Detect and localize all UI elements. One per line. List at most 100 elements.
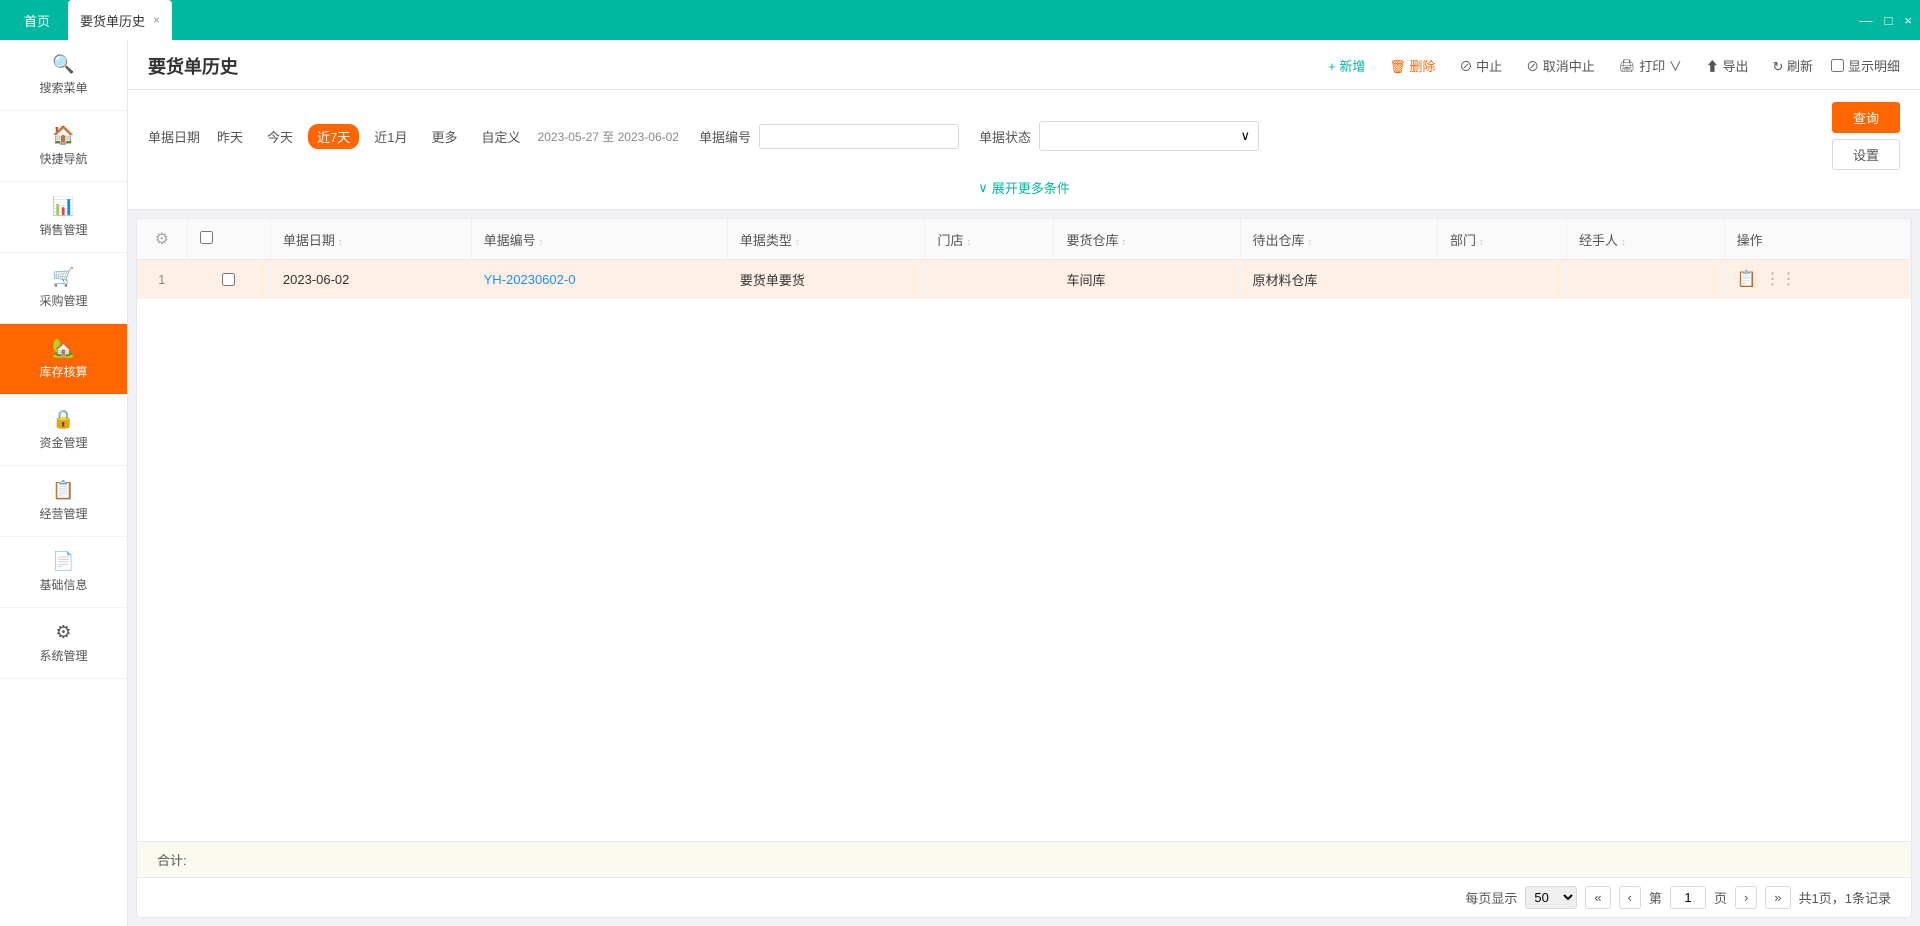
pagination-bar: 每页显示 20 50 100 200 « ‹ 第 页 › » 共1页，1条记录	[137, 877, 1911, 917]
sales-icon: 📊	[52, 196, 74, 217]
sidebar-item-search-menu[interactable]: 🔍 搜索菜单	[0, 40, 127, 111]
last-page-btn[interactable]: »	[1765, 886, 1790, 909]
first-page-btn[interactable]: «	[1585, 886, 1610, 909]
refresh-button[interactable]: ↻ 刷新	[1766, 52, 1819, 79]
search-menu-icon: 🔍	[52, 54, 74, 75]
date-btn-custom[interactable]: 自定义	[473, 124, 530, 149]
cell-checkbox	[187, 260, 270, 299]
date-filter-label: 单据日期	[148, 127, 200, 146]
sidebar: 🔍 搜索菜单 🏠 快捷导航 📊 销售管理 🛒 采购管理 🏡 库存核算 🔒 资金管…	[0, 40, 128, 926]
filter-actions: 查询 设置	[1832, 102, 1900, 170]
sidebar-item-sales[interactable]: 📊 销售管理	[0, 182, 127, 253]
sidebar-item-quick-nav[interactable]: 🏠 快捷导航	[0, 111, 127, 182]
query-button[interactable]: 查询	[1832, 102, 1900, 133]
col-order-type[interactable]: 单据类型	[727, 219, 925, 260]
top-bar-right: — □ ×	[1860, 13, 1912, 28]
basic-info-icon: 📄	[52, 551, 74, 572]
edit-icon[interactable]: 📋	[1737, 269, 1757, 289]
page-size-select[interactable]: 20 50 100 200	[1525, 886, 1577, 909]
operation-icons: 📋 ⋮⋮	[1737, 269, 1898, 289]
new-button[interactable]: + 新增	[1322, 52, 1371, 79]
summary-label: 合计:	[157, 853, 187, 868]
sidebar-item-basic-info[interactable]: 📄 基础信息	[0, 537, 127, 608]
export-button[interactable]: ⬆ 导出	[1700, 52, 1755, 79]
col-pending-warehouse[interactable]: 待出仓库	[1240, 219, 1438, 260]
col-department[interactable]: 部门	[1438, 219, 1567, 260]
expand-more-btn[interactable]: ∨ 展开更多条件	[978, 178, 1070, 197]
sidebar-label-search-menu: 搜索菜单	[39, 79, 87, 96]
col-order-no[interactable]: 单据编号	[471, 219, 727, 260]
prev-page-btn[interactable]: ‹	[1619, 886, 1641, 909]
sidebar-item-inventory[interactable]: 🏡 库存核算	[0, 324, 127, 395]
purchase-icon: 🛒	[52, 267, 74, 288]
total-info: 共1页，1条记录	[1799, 888, 1891, 907]
close-tab-btn[interactable]: ×	[153, 13, 160, 27]
tab-home[interactable]: 首页	[8, 0, 66, 40]
date-filter-item: 单据日期 昨天 今天 近7天 近1月 更多 自定义 2023-05-27 至 2…	[148, 124, 679, 149]
window-close-btn[interactable]: ×	[1904, 13, 1912, 28]
status-select[interactable]: ∨	[1039, 121, 1259, 151]
page-label: 页	[1714, 888, 1727, 907]
window-minimize-btn[interactable]: —	[1860, 13, 1873, 28]
next-page-btn[interactable]: ›	[1735, 886, 1757, 909]
settings-icon[interactable]: ⚙	[155, 231, 169, 248]
col-settings[interactable]: ⚙	[137, 219, 187, 260]
col-handler[interactable]: 经手人	[1567, 219, 1725, 260]
select-all-checkbox[interactable]	[200, 231, 213, 244]
table-scroll[interactable]: ⚙ 单据日期 单据编号 单据类型 门店 要货仓库 待出仓库 部门 经手人 操作	[137, 219, 1911, 841]
col-store[interactable]: 门店	[925, 219, 1054, 260]
sidebar-label-finance: 资金管理	[39, 434, 87, 451]
date-filters: 昨天 今天 近7天 近1月 更多 自定义	[208, 124, 530, 149]
delete-button[interactable]: 🗑 删除	[1383, 52, 1441, 79]
data-table: ⚙ 单据日期 单据编号 单据类型 门店 要货仓库 待出仓库 部门 经手人 操作	[137, 219, 1911, 299]
date-btn-more[interactable]: 更多	[423, 124, 467, 149]
col-req-warehouse[interactable]: 要货仓库	[1054, 219, 1240, 260]
sidebar-item-purchase[interactable]: 🛒 采购管理	[0, 253, 127, 324]
print-icon: 🖨	[1619, 58, 1636, 74]
sidebar-item-system[interactable]: ⚙ 系统管理	[0, 608, 127, 679]
col-date[interactable]: 单据日期	[270, 219, 471, 260]
sidebar-item-operations[interactable]: 📋 经营管理	[0, 466, 127, 537]
print-button[interactable]: 🖨 🖨 打印 打印 ∨	[1613, 52, 1688, 79]
sidebar-label-sales: 销售管理	[39, 221, 87, 238]
status-label: 单据状态	[979, 127, 1031, 146]
sidebar-item-finance[interactable]: 🔒 资金管理	[0, 395, 127, 466]
sidebar-label-quick-nav: 快捷导航	[39, 150, 87, 167]
tab-active[interactable]: 要货单历史 ×	[68, 0, 172, 40]
sidebar-label-system: 系统管理	[39, 647, 87, 664]
operations-icon: 📋	[52, 480, 74, 501]
sidebar-label-operations: 经营管理	[39, 505, 87, 522]
status-filter-item: 单据状态 ∨	[979, 121, 1259, 151]
window-maximize-btn[interactable]: □	[1885, 13, 1893, 28]
stop-button[interactable]: ⊘ 中止	[1453, 52, 1508, 79]
cell-date: 2023-06-02	[270, 260, 471, 299]
setting-button[interactable]: 设置	[1832, 139, 1900, 170]
cell-pending-warehouse: 原材料仓库	[1240, 260, 1438, 299]
more-icon[interactable]: ⋮⋮	[1765, 269, 1797, 289]
row-checkbox[interactable]	[222, 273, 235, 286]
display-detail-checkbox[interactable]	[1831, 59, 1844, 72]
expand-label: 展开更多条件	[992, 178, 1070, 197]
page-title: 要货单历史	[148, 53, 238, 79]
filter-row: 单据日期 昨天 今天 近7天 近1月 更多 自定义 2023-05-27 至 2…	[148, 102, 1900, 170]
quick-nav-icon: 🏠	[52, 125, 74, 146]
date-btn-7days[interactable]: 近7天	[308, 124, 359, 149]
page-size-label: 每页显示	[1465, 888, 1517, 907]
display-detail-toggle[interactable]: 显示明细	[1831, 56, 1900, 75]
order-no-link[interactable]: YH-20230602-0	[484, 272, 576, 287]
current-page-input[interactable]	[1670, 886, 1706, 909]
cancel-stop-button[interactable]: ⊘ 取消中止	[1520, 52, 1601, 79]
sidebar-label-basic-info: 基础信息	[39, 576, 87, 593]
main-layout: 🔍 搜索菜单 🏠 快捷导航 📊 销售管理 🛒 采购管理 🏡 库存核算 🔒 资金管…	[0, 40, 1920, 926]
table-header-row: ⚙ 单据日期 单据编号 单据类型 门店 要货仓库 待出仓库 部门 经手人 操作	[137, 219, 1911, 260]
date-btn-1month[interactable]: 近1月	[365, 124, 416, 149]
date-btn-today[interactable]: 今天	[258, 124, 302, 149]
cell-store	[925, 260, 1054, 299]
order-no-input[interactable]	[759, 124, 959, 149]
date-btn-yesterday[interactable]: 昨天	[208, 124, 252, 149]
cell-order-no: YH-20230602-0	[471, 260, 727, 299]
top-bar: 首页 要货单历史 × — □ ×	[0, 0, 1920, 40]
table-row[interactable]: 1 2023-06-02 YH-20230602-0 要货单要货 车间库 原材料…	[137, 260, 1911, 299]
sidebar-label-inventory: 库存核算	[39, 363, 87, 380]
inventory-icon: 🏡	[52, 338, 74, 359]
